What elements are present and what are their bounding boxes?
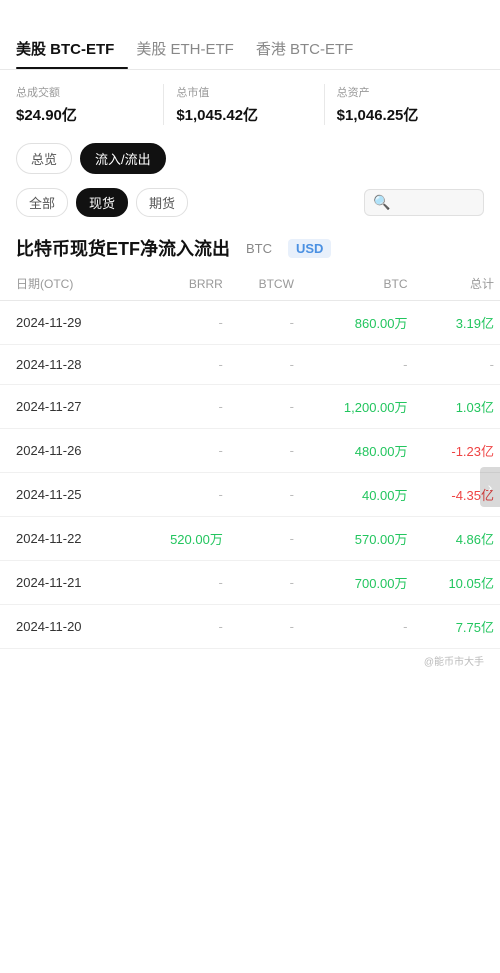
cell-btc: - [300,605,414,649]
cell-btcw: - [229,385,300,429]
col-btcw: BTCW [229,267,300,301]
tab-btc-etf[interactable]: 美股 BTC-ETF [16,28,128,69]
filter-row-1: 总览 流入/流出 [0,135,500,182]
cell-date: 2024-11-22 [0,517,132,561]
cell-date: 2024-11-27 [0,385,132,429]
cell-total: 3.19亿 [414,301,500,345]
filter-spot-btn[interactable]: 现货 [76,188,128,217]
watermark: @能币市大手 [0,649,500,676]
stat-market-cap-value: $1,045.42亿 [176,104,311,125]
filter-row-2: 全部 现货 期货 🔍 [0,182,500,223]
cell-brrr: - [132,561,229,605]
col-btc: BTC [300,267,414,301]
filter-all-btn[interactable]: 全部 [16,188,68,217]
cell-btcw: - [229,605,300,649]
data-table-container: 日期(OTC) BRRR BTCW BTC 总计 2024-11-29 - - … [0,267,500,649]
cell-date: 2024-11-20 [0,605,132,649]
stat-market-cap-label: 总市值 [176,84,311,100]
app-header [0,0,500,28]
col-total: 总计 [414,267,500,301]
cell-total: 1.03亿 [414,385,500,429]
stat-volume-value: $24.90亿 [16,104,151,125]
stat-volume: 总成交额 $24.90亿 [16,84,164,125]
stats-row: 总成交额 $24.90亿 总市值 $1,045.42亿 总资产 $1,046.2… [0,70,500,135]
cell-btc: 40.00万 [300,473,414,517]
cell-brrr: - [132,429,229,473]
table-row: 2024-11-29 - - 860.00万 3.19亿 [0,301,500,345]
stat-assets: 总资产 $1,046.25亿 [325,84,484,125]
currency-btc-btn[interactable]: BTC [238,239,280,258]
cell-total: 7.75亿 [414,605,500,649]
cell-brrr: - [132,345,229,385]
filter-inout-btn[interactable]: 流入/流出 [80,143,166,174]
cell-date: 2024-11-25 [0,473,132,517]
stat-assets-label: 总资产 [337,84,472,100]
cell-btc: - [300,345,414,385]
filter-futures-btn[interactable]: 期货 [136,188,188,217]
cell-brrr: - [132,473,229,517]
etf-table: 日期(OTC) BRRR BTCW BTC 总计 2024-11-29 - - … [0,267,500,649]
table-header-row: 日期(OTC) BRRR BTCW BTC 总计 [0,267,500,301]
cell-btcw: - [229,473,300,517]
table-row: 2024-11-25 - - 40.00万 -4.35亿 [0,473,500,517]
cell-date: 2024-11-21 [0,561,132,605]
table-row: 2024-11-27 - - 1,200.00万 1.03亿 [0,385,500,429]
cell-brrr: 520.00万 [132,517,229,561]
cell-btc: 860.00万 [300,301,414,345]
table-row: 2024-11-21 - - 700.00万 10.05亿 [0,561,500,605]
table-row: 2024-11-20 - - - 7.75亿 [0,605,500,649]
cell-date: 2024-11-26 [0,429,132,473]
cell-brrr: - [132,385,229,429]
cell-btcw: - [229,345,300,385]
stat-market-cap: 总市值 $1,045.42亿 [164,84,324,125]
filter-overview-btn[interactable]: 总览 [16,143,72,174]
cell-btcw: - [229,429,300,473]
cell-brrr: - [132,605,229,649]
cell-btc: 700.00万 [300,561,414,605]
col-date: 日期(OTC) [0,267,132,301]
table-row: 2024-11-22 520.00万 - 570.00万 4.86亿 [0,517,500,561]
stat-assets-value: $1,046.25亿 [337,104,472,125]
section-title-text: 比特币现货ETF净流入流出 [16,235,230,261]
cell-total: - [414,345,500,385]
cell-brrr: - [132,301,229,345]
cell-btc: 1,200.00万 [300,385,414,429]
tab-hk-btc-etf[interactable]: 香港 BTC-ETF [256,28,368,69]
cell-btcw: - [229,517,300,561]
section-header: 比特币现货ETF净流入流出 BTC USD [0,223,500,267]
col-brrr: BRRR [132,267,229,301]
cell-total: 4.86亿 [414,517,500,561]
table-row: 2024-11-26 - - 480.00万 -1.23亿 [0,429,500,473]
cell-total: 10.05亿 [414,561,500,605]
cell-date: 2024-11-28 [0,345,132,385]
table-row: 2024-11-28 - - - - [0,345,500,385]
currency-usd-btn[interactable]: USD [288,239,331,258]
stat-volume-label: 总成交额 [16,84,151,100]
search-box[interactable]: 🔍 [364,189,484,216]
tab-eth-etf[interactable]: 美股 ETH-ETF [136,28,248,69]
cell-date: 2024-11-29 [0,301,132,345]
cell-btcw: - [229,301,300,345]
main-tabs: 美股 BTC-ETF 美股 ETH-ETF 香港 BTC-ETF [0,28,500,70]
search-icon: 🔍 [373,194,390,211]
cell-btcw: - [229,561,300,605]
right-arrow-icon[interactable]: › [480,467,500,507]
cell-btc: 570.00万 [300,517,414,561]
cell-btc: 480.00万 [300,429,414,473]
